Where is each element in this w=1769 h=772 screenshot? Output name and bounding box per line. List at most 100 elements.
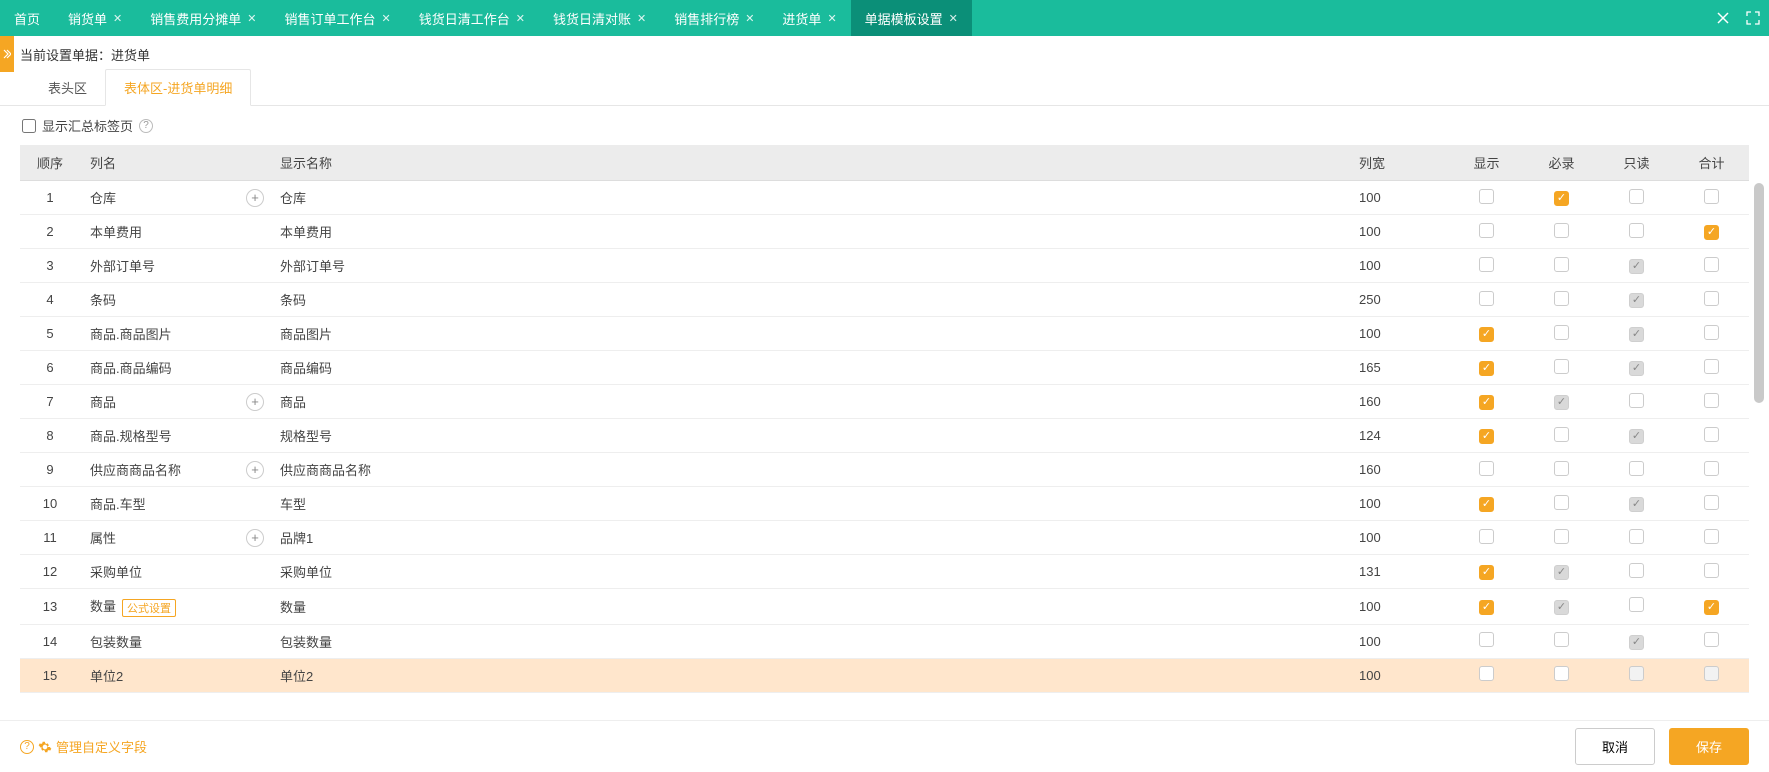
checkbox[interactable] <box>1479 395 1494 410</box>
checkbox[interactable] <box>1479 189 1494 204</box>
checkbox[interactable] <box>1554 257 1569 272</box>
table-row[interactable]: 3外部订单号外部订单号100 <box>20 249 1749 283</box>
checkbox[interactable] <box>1704 529 1719 544</box>
checkbox[interactable] <box>1629 189 1644 204</box>
checkbox[interactable] <box>1479 223 1494 238</box>
checkbox[interactable] <box>1479 529 1494 544</box>
cell-display[interactable]: 仓库 <box>270 181 1349 215</box>
add-icon[interactable]: + <box>246 529 264 547</box>
checkbox[interactable] <box>1704 225 1719 240</box>
checkbox[interactable] <box>1479 257 1494 272</box>
table-row[interactable]: 12采购单位采购单位131 <box>20 555 1749 589</box>
cell-width[interactable]: 100 <box>1349 249 1449 283</box>
cell-display[interactable]: 供应商商品名称 <box>270 453 1349 487</box>
formula-tag[interactable]: 公式设置 <box>122 599 176 617</box>
checkbox[interactable] <box>1554 461 1569 476</box>
checkbox[interactable] <box>1554 359 1569 374</box>
cell-width[interactable]: 100 <box>1349 181 1449 215</box>
top-tab-3[interactable]: 销售订单工作台✕ <box>270 0 404 36</box>
cell-display[interactable]: 本单费用 <box>270 215 1349 249</box>
fullscreen-icon[interactable] <box>1745 10 1761 26</box>
cell-width[interactable]: 100 <box>1349 215 1449 249</box>
checkbox[interactable] <box>1629 597 1644 612</box>
cell-width[interactable]: 165 <box>1349 351 1449 385</box>
checkbox[interactable] <box>1704 563 1719 578</box>
cell-width[interactable]: 100 <box>1349 487 1449 521</box>
add-icon[interactable]: + <box>246 461 264 479</box>
checkbox[interactable] <box>1704 461 1719 476</box>
cell-display[interactable]: 规格型号 <box>270 419 1349 453</box>
close-all-icon[interactable] <box>1715 10 1731 26</box>
checkbox[interactable] <box>1704 600 1719 615</box>
table-row[interactable]: 7商品+商品160 <box>20 385 1749 419</box>
table-row[interactable]: 14包装数量包装数量100 <box>20 624 1749 658</box>
tab-close-icon[interactable]: ✕ <box>247 12 256 25</box>
tab-close-icon[interactable]: ✕ <box>382 12 391 25</box>
table-row[interactable]: 8商品.规格型号规格型号124 <box>20 419 1749 453</box>
summary-checkbox[interactable] <box>22 119 36 133</box>
top-tab-7[interactable]: 进货单✕ <box>768 0 850 36</box>
checkbox[interactable] <box>1479 291 1494 306</box>
cell-width[interactable]: 124 <box>1349 419 1449 453</box>
cell-display[interactable]: 商品编码 <box>270 351 1349 385</box>
checkbox[interactable] <box>1554 666 1569 681</box>
table-row[interactable]: 10商品.车型车型100 <box>20 487 1749 521</box>
cell-width[interactable]: 160 <box>1349 385 1449 419</box>
cancel-button[interactable]: 取消 <box>1575 728 1655 765</box>
checkbox[interactable] <box>1479 497 1494 512</box>
table-row[interactable]: 2本单费用本单费用100 <box>20 215 1749 249</box>
sub-tab-1[interactable]: 表体区-进货单明细 <box>105 69 251 106</box>
checkbox[interactable] <box>1629 563 1644 578</box>
checkbox[interactable] <box>1704 257 1719 272</box>
top-tab-4[interactable]: 钱货日清工作台✕ <box>405 0 539 36</box>
expand-icon[interactable] <box>0 36 14 72</box>
checkbox[interactable] <box>1704 427 1719 442</box>
scrollbar[interactable] <box>1754 183 1764 403</box>
cell-display[interactable]: 数量 <box>270 589 1349 625</box>
table-row[interactable]: 11属性+品牌1100 <box>20 521 1749 555</box>
checkbox[interactable] <box>1704 189 1719 204</box>
cell-display[interactable]: 条码 <box>270 283 1349 317</box>
tab-close-icon[interactable]: ✕ <box>949 12 958 25</box>
cell-display[interactable]: 品牌1 <box>270 521 1349 555</box>
checkbox[interactable] <box>1554 191 1569 206</box>
checkbox[interactable] <box>1554 223 1569 238</box>
table-row[interactable]: 5商品.商品图片商品图片100 <box>20 317 1749 351</box>
top-tab-5[interactable]: 钱货日清对账✕ <box>539 0 660 36</box>
checkbox[interactable] <box>1704 359 1719 374</box>
checkbox[interactable] <box>1704 393 1719 408</box>
cell-width[interactable]: 100 <box>1349 658 1449 692</box>
checkbox[interactable] <box>1479 666 1494 681</box>
table-row[interactable]: 9供应商商品名称+供应商商品名称160 <box>20 453 1749 487</box>
save-button[interactable]: 保存 <box>1669 728 1749 765</box>
checkbox[interactable] <box>1554 495 1569 510</box>
tab-close-icon[interactable]: ✕ <box>113 12 122 25</box>
checkbox[interactable] <box>1704 291 1719 306</box>
checkbox[interactable] <box>1479 632 1494 647</box>
cell-display[interactable]: 商品 <box>270 385 1349 419</box>
table-row[interactable]: 13数量公式设置数量100 <box>20 589 1749 625</box>
table-row[interactable]: 4条码条码250 <box>20 283 1749 317</box>
checkbox[interactable] <box>1479 327 1494 342</box>
tab-close-icon[interactable]: ✕ <box>745 12 754 25</box>
checkbox[interactable] <box>1704 632 1719 647</box>
checkbox[interactable] <box>1479 361 1494 376</box>
add-icon[interactable]: + <box>246 189 264 207</box>
cell-display[interactable]: 车型 <box>270 487 1349 521</box>
checkbox[interactable] <box>1629 223 1644 238</box>
checkbox[interactable] <box>1554 632 1569 647</box>
cell-width[interactable]: 250 <box>1349 283 1449 317</box>
add-icon[interactable]: + <box>246 393 264 411</box>
checkbox[interactable] <box>1554 427 1569 442</box>
checkbox[interactable] <box>1479 429 1494 444</box>
top-tab-1[interactable]: 销货单✕ <box>54 0 136 36</box>
cell-width[interactable]: 100 <box>1349 317 1449 351</box>
top-tab-0[interactable]: 首页 <box>0 0 54 36</box>
cell-display[interactable]: 单位2 <box>270 658 1349 692</box>
checkbox[interactable] <box>1704 325 1719 340</box>
cell-width[interactable]: 100 <box>1349 624 1449 658</box>
checkbox[interactable] <box>1629 529 1644 544</box>
checkbox[interactable] <box>1629 461 1644 476</box>
top-tab-2[interactable]: 销售费用分摊单✕ <box>136 0 270 36</box>
checkbox[interactable] <box>1554 291 1569 306</box>
